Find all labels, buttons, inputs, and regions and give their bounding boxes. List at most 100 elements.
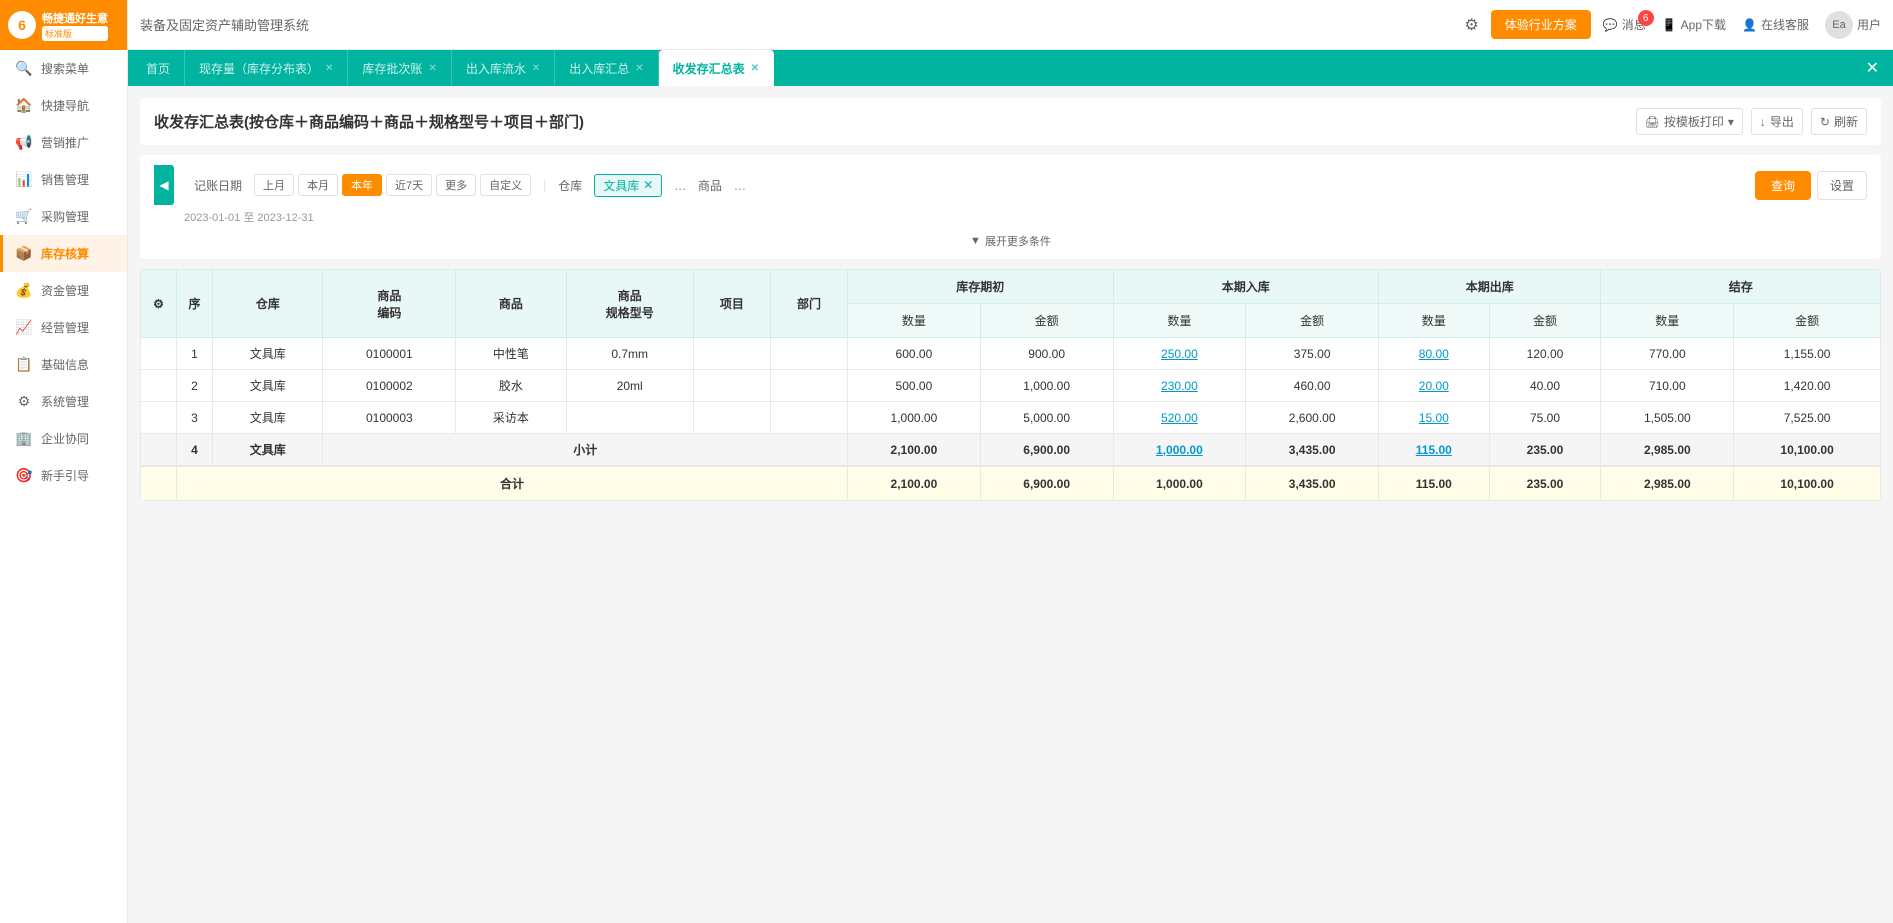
col-bal-header: 结存 — [1601, 270, 1881, 304]
date-btn-this-month[interactable]: 本月 — [298, 174, 338, 196]
sidebar-item-sales[interactable]: 📊 销售管理 — [0, 161, 127, 198]
tab-stock-dist-close[interactable]: ✕ — [325, 63, 333, 74]
experience-btn[interactable]: 体验行业方案 — [1491, 10, 1591, 39]
tab-receive-send[interactable]: 收发存汇总表 ✕ — [659, 50, 774, 86]
row1-dept — [770, 338, 847, 370]
tab-batch[interactable]: 库存批次账 ✕ — [348, 50, 451, 86]
tab-batch-label: 库存批次账 — [362, 60, 422, 77]
topbar-right: 💬 消息 6 📱 App下载 👤 在线客服 Ea 用户 — [1603, 11, 1881, 39]
row3-in-qty-link[interactable]: 520.00 — [1161, 411, 1198, 425]
app-download-item[interactable]: 📱 App下载 — [1662, 16, 1726, 33]
row3-out-qty: 15.00 — [1379, 402, 1490, 434]
tab-stock-dist[interactable]: 现存量（库存分布表） ✕ — [185, 50, 348, 86]
row2-bal-qty: 710.00 — [1601, 370, 1734, 402]
online-service-item[interactable]: 👤 在线客服 — [1742, 16, 1809, 33]
product-more-dots[interactable]: ... — [734, 177, 746, 193]
warehouse-tag-text: 文具库 — [603, 177, 639, 194]
warehouse-tag-remove[interactable]: ✕ — [643, 178, 653, 192]
message-item[interactable]: 💬 消息 6 — [1603, 16, 1646, 33]
settings-btn[interactable]: 设置 — [1817, 171, 1867, 200]
row3-settings — [141, 402, 177, 434]
tabbar-close-icon[interactable]: ✕ — [1856, 58, 1889, 78]
row2-spec: 20ml — [566, 370, 693, 402]
sidebar-item-label: 新手引导 — [41, 467, 89, 484]
row2-dept — [770, 370, 847, 402]
export-icon: ↓ — [1760, 115, 1766, 129]
sidebar-item-corp[interactable]: 🏢 企业协同 — [0, 420, 127, 457]
sidebar-logo: 6 畅捷通好生意 标准版 — [0, 0, 127, 50]
date-btn-7days[interactable]: 近7天 — [386, 174, 432, 196]
sidebar-item-search[interactable]: 🔍 搜索菜单 — [0, 50, 127, 87]
user-item[interactable]: Ea 用户 — [1825, 11, 1881, 39]
print-btn[interactable]: 🖨 按模板打印 ▾ — [1636, 108, 1743, 135]
sidebar-item-purchase[interactable]: 🛒 采购管理 — [0, 198, 127, 235]
row1-bal-qty: 770.00 — [1601, 338, 1734, 370]
avatar: Ea — [1825, 11, 1853, 39]
row2-init-amt: 1,000.00 — [980, 370, 1113, 402]
purchase-icon: 🛒 — [15, 208, 33, 225]
subtotal-row: 4 文具库 小计 2,100.00 6,900.00 1,000.00 3,43… — [141, 434, 1881, 467]
sidebar-item-basic[interactable]: 📋 基础信息 — [0, 346, 127, 383]
row3-in-qty: 520.00 — [1113, 402, 1246, 434]
warehouse-more-dots[interactable]: ... — [674, 177, 686, 193]
subtotal-in-qty: 1,000.00 — [1113, 434, 1246, 467]
sidebar-item-quick-nav[interactable]: 🏠 快捷导航 — [0, 87, 127, 124]
sidebar-item-guide[interactable]: 🎯 新手引导 — [0, 457, 127, 494]
settings-icon[interactable]: ⚙ — [1464, 15, 1478, 35]
export-btn[interactable]: ↓ 导出 — [1751, 108, 1803, 135]
row2-code: 0100002 — [323, 370, 456, 402]
page-content: 收发存汇总表(按仓库＋商品编码＋商品＋规格型号＋项目＋部门) 🖨 按模板打印 ▾… — [128, 86, 1893, 923]
filter-sep: | — [543, 178, 546, 192]
system-title: 装备及固定资产辅助管理系统 — [140, 15, 1452, 34]
sidebar-item-finance[interactable]: 💰 资金管理 — [0, 272, 127, 309]
date-btn-custom[interactable]: 自定义 — [480, 174, 531, 196]
row1-init-qty: 600.00 — [848, 338, 981, 370]
date-btn-this-year[interactable]: 本年 — [342, 174, 382, 196]
logo-text: 畅捷通好生意 标准版 — [42, 10, 108, 41]
row2-out-qty-link[interactable]: 20.00 — [1419, 379, 1449, 393]
tab-batch-close[interactable]: ✕ — [428, 63, 436, 74]
row2-init-qty: 500.00 — [848, 370, 981, 402]
row1-product: 中性笔 — [456, 338, 566, 370]
main-area: 装备及固定资产辅助管理系统 ⚙ 体验行业方案 💬 消息 6 📱 App下载 👤 … — [128, 0, 1893, 923]
subtotal-init-amt: 6,900.00 — [980, 434, 1113, 467]
filter-bar: ◀ 记账日期 上月 本月 本年 近7天 更多 自定义 | 仓库 文具库 ✕ ..… — [140, 155, 1881, 259]
search-icon: 🔍 — [15, 60, 33, 77]
row1-out-qty-link[interactable]: 80.00 — [1419, 347, 1449, 361]
sidebar-item-inventory[interactable]: 📦 库存核算 — [0, 235, 127, 272]
query-actions: 查询 设置 — [1755, 171, 1867, 200]
date-range-display: 2023-01-01 至 2023-12-31 — [184, 209, 1867, 225]
col-bal-amt-header: 金额 — [1734, 304, 1881, 338]
mobile-icon: 📱 — [1662, 18, 1677, 32]
tab-inout-flow-close[interactable]: ✕ — [532, 63, 540, 74]
col-out-amt-header: 金额 — [1489, 304, 1601, 338]
row3-out-qty-link[interactable]: 15.00 — [1419, 411, 1449, 425]
col-out-qty-header: 数量 — [1379, 304, 1490, 338]
tab-inout-summary-close[interactable]: ✕ — [635, 63, 643, 74]
sidebar-item-operation[interactable]: 📈 经营管理 — [0, 309, 127, 346]
sidebar-item-marketing[interactable]: 📢 营销推广 — [0, 124, 127, 161]
expand-row: ▼ 展开更多条件 — [154, 233, 1867, 249]
col-init-header: 库存期初 — [848, 270, 1114, 304]
page-actions: 🖨 按模板打印 ▾ ↓ 导出 ↻ 刷新 — [1636, 108, 1867, 135]
total-out-amt: 235.00 — [1489, 466, 1601, 501]
date-btn-more[interactable]: 更多 — [436, 174, 476, 196]
table-settings-icon[interactable]: ⚙ — [153, 297, 164, 311]
row2-in-qty-link[interactable]: 230.00 — [1161, 379, 1198, 393]
tab-receive-send-close[interactable]: ✕ — [751, 63, 759, 74]
message-icon: 💬 — [1603, 18, 1618, 32]
sidebar-item-system[interactable]: ⚙ 系统管理 — [0, 383, 127, 420]
data-table: ⚙ 序 仓库 商品编码 商品 商品规格型号 项目 部门 库存期初 本期入库 本期… — [140, 269, 1881, 501]
row1-in-qty-link[interactable]: 250.00 — [1161, 347, 1198, 361]
tab-inout-summary[interactable]: 出入库汇总 ✕ — [555, 50, 658, 86]
sidebar-item-label: 采购管理 — [41, 208, 89, 225]
query-btn[interactable]: 查询 — [1755, 171, 1811, 200]
total-row: 合计 2,100.00 6,900.00 1,000.00 3,435.00 1… — [141, 466, 1881, 501]
expand-conditions-btn[interactable]: ▼ 展开更多条件 — [970, 233, 1051, 249]
tab-inout-flow[interactable]: 出入库流水 ✕ — [452, 50, 555, 86]
date-btn-last-month[interactable]: 上月 — [254, 174, 294, 196]
operation-icon: 📈 — [15, 319, 33, 336]
tab-home[interactable]: 首页 — [132, 50, 185, 86]
refresh-btn[interactable]: ↻ 刷新 — [1811, 108, 1867, 135]
collapse-btn[interactable]: ◀ — [154, 165, 174, 205]
